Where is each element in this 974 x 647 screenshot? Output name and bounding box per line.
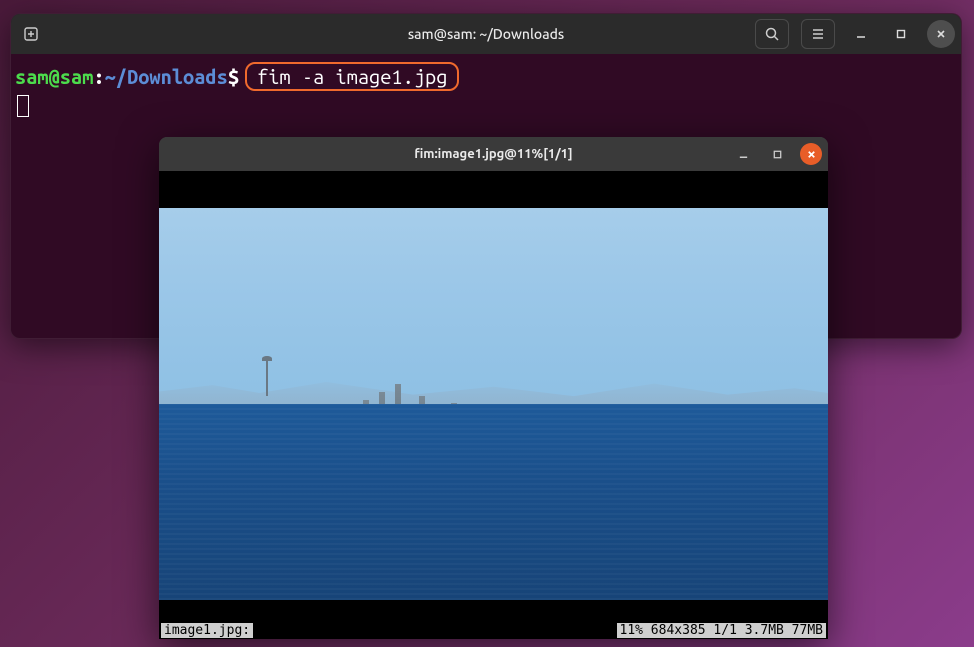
fim-close-button[interactable] <box>800 143 822 165</box>
photo-water <box>159 404 828 600</box>
fim-window-controls <box>732 143 822 165</box>
minimize-icon <box>738 149 749 160</box>
terminal-body[interactable]: sam@sam:~/Downloads$ fim -a image1.jpg <box>11 54 961 130</box>
fim-titlebar: fim:image1.jpg@11%[1/1] <box>159 137 828 171</box>
prompt-user-host: sam@sam <box>15 64 93 89</box>
fim-minimize-button[interactable] <box>732 143 754 165</box>
fim-window: fim:image1.jpg@11%[1/1] <box>159 137 828 639</box>
prompt-line: sam@sam:~/Downloads$ fim -a image1.jpg <box>15 62 957 91</box>
prompt-symbol: $ <box>228 64 239 89</box>
close-icon <box>935 28 947 40</box>
fim-letterbox-bottom <box>159 600 828 621</box>
fim-status-filename: image1.jpg: <box>161 623 253 638</box>
fim-photo <box>159 208 828 600</box>
minimize-icon <box>855 28 867 40</box>
command-highlight: fim -a image1.jpg <box>245 62 459 91</box>
fim-image-area[interactable] <box>159 171 828 621</box>
terminal-titlebar: sam@sam: ~/Downloads <box>11 14 961 54</box>
search-icon <box>764 26 780 42</box>
prompt-path: ~/Downloads <box>105 64 228 89</box>
close-icon <box>806 149 817 160</box>
hamburger-icon <box>810 26 826 42</box>
close-button[interactable] <box>927 20 955 48</box>
search-button[interactable] <box>755 19 789 49</box>
maximize-button[interactable] <box>887 20 915 48</box>
terminal-cursor <box>17 95 29 117</box>
fim-letterbox-top <box>159 171 828 208</box>
hamburger-menu-button[interactable] <box>801 19 835 49</box>
terminal-title: sam@sam: ~/Downloads <box>408 26 564 42</box>
photo-sky <box>159 208 828 404</box>
minimize-button[interactable] <box>847 20 875 48</box>
fim-maximize-button[interactable] <box>766 143 788 165</box>
new-tab-button[interactable] <box>17 19 47 49</box>
fim-statusbar: image1.jpg: 11% 684x385 1/1 3.7MB 77MB <box>159 621 828 639</box>
fim-status-info: 11% 684x385 1/1 3.7MB 77MB <box>617 623 827 638</box>
maximize-icon <box>895 28 907 40</box>
titlebar-left <box>17 19 47 49</box>
prompt-colon: : <box>93 64 104 89</box>
maximize-icon <box>772 149 783 160</box>
new-tab-icon <box>23 25 41 43</box>
titlebar-right <box>755 19 955 49</box>
fim-title: fim:image1.jpg@11%[1/1] <box>414 147 572 161</box>
